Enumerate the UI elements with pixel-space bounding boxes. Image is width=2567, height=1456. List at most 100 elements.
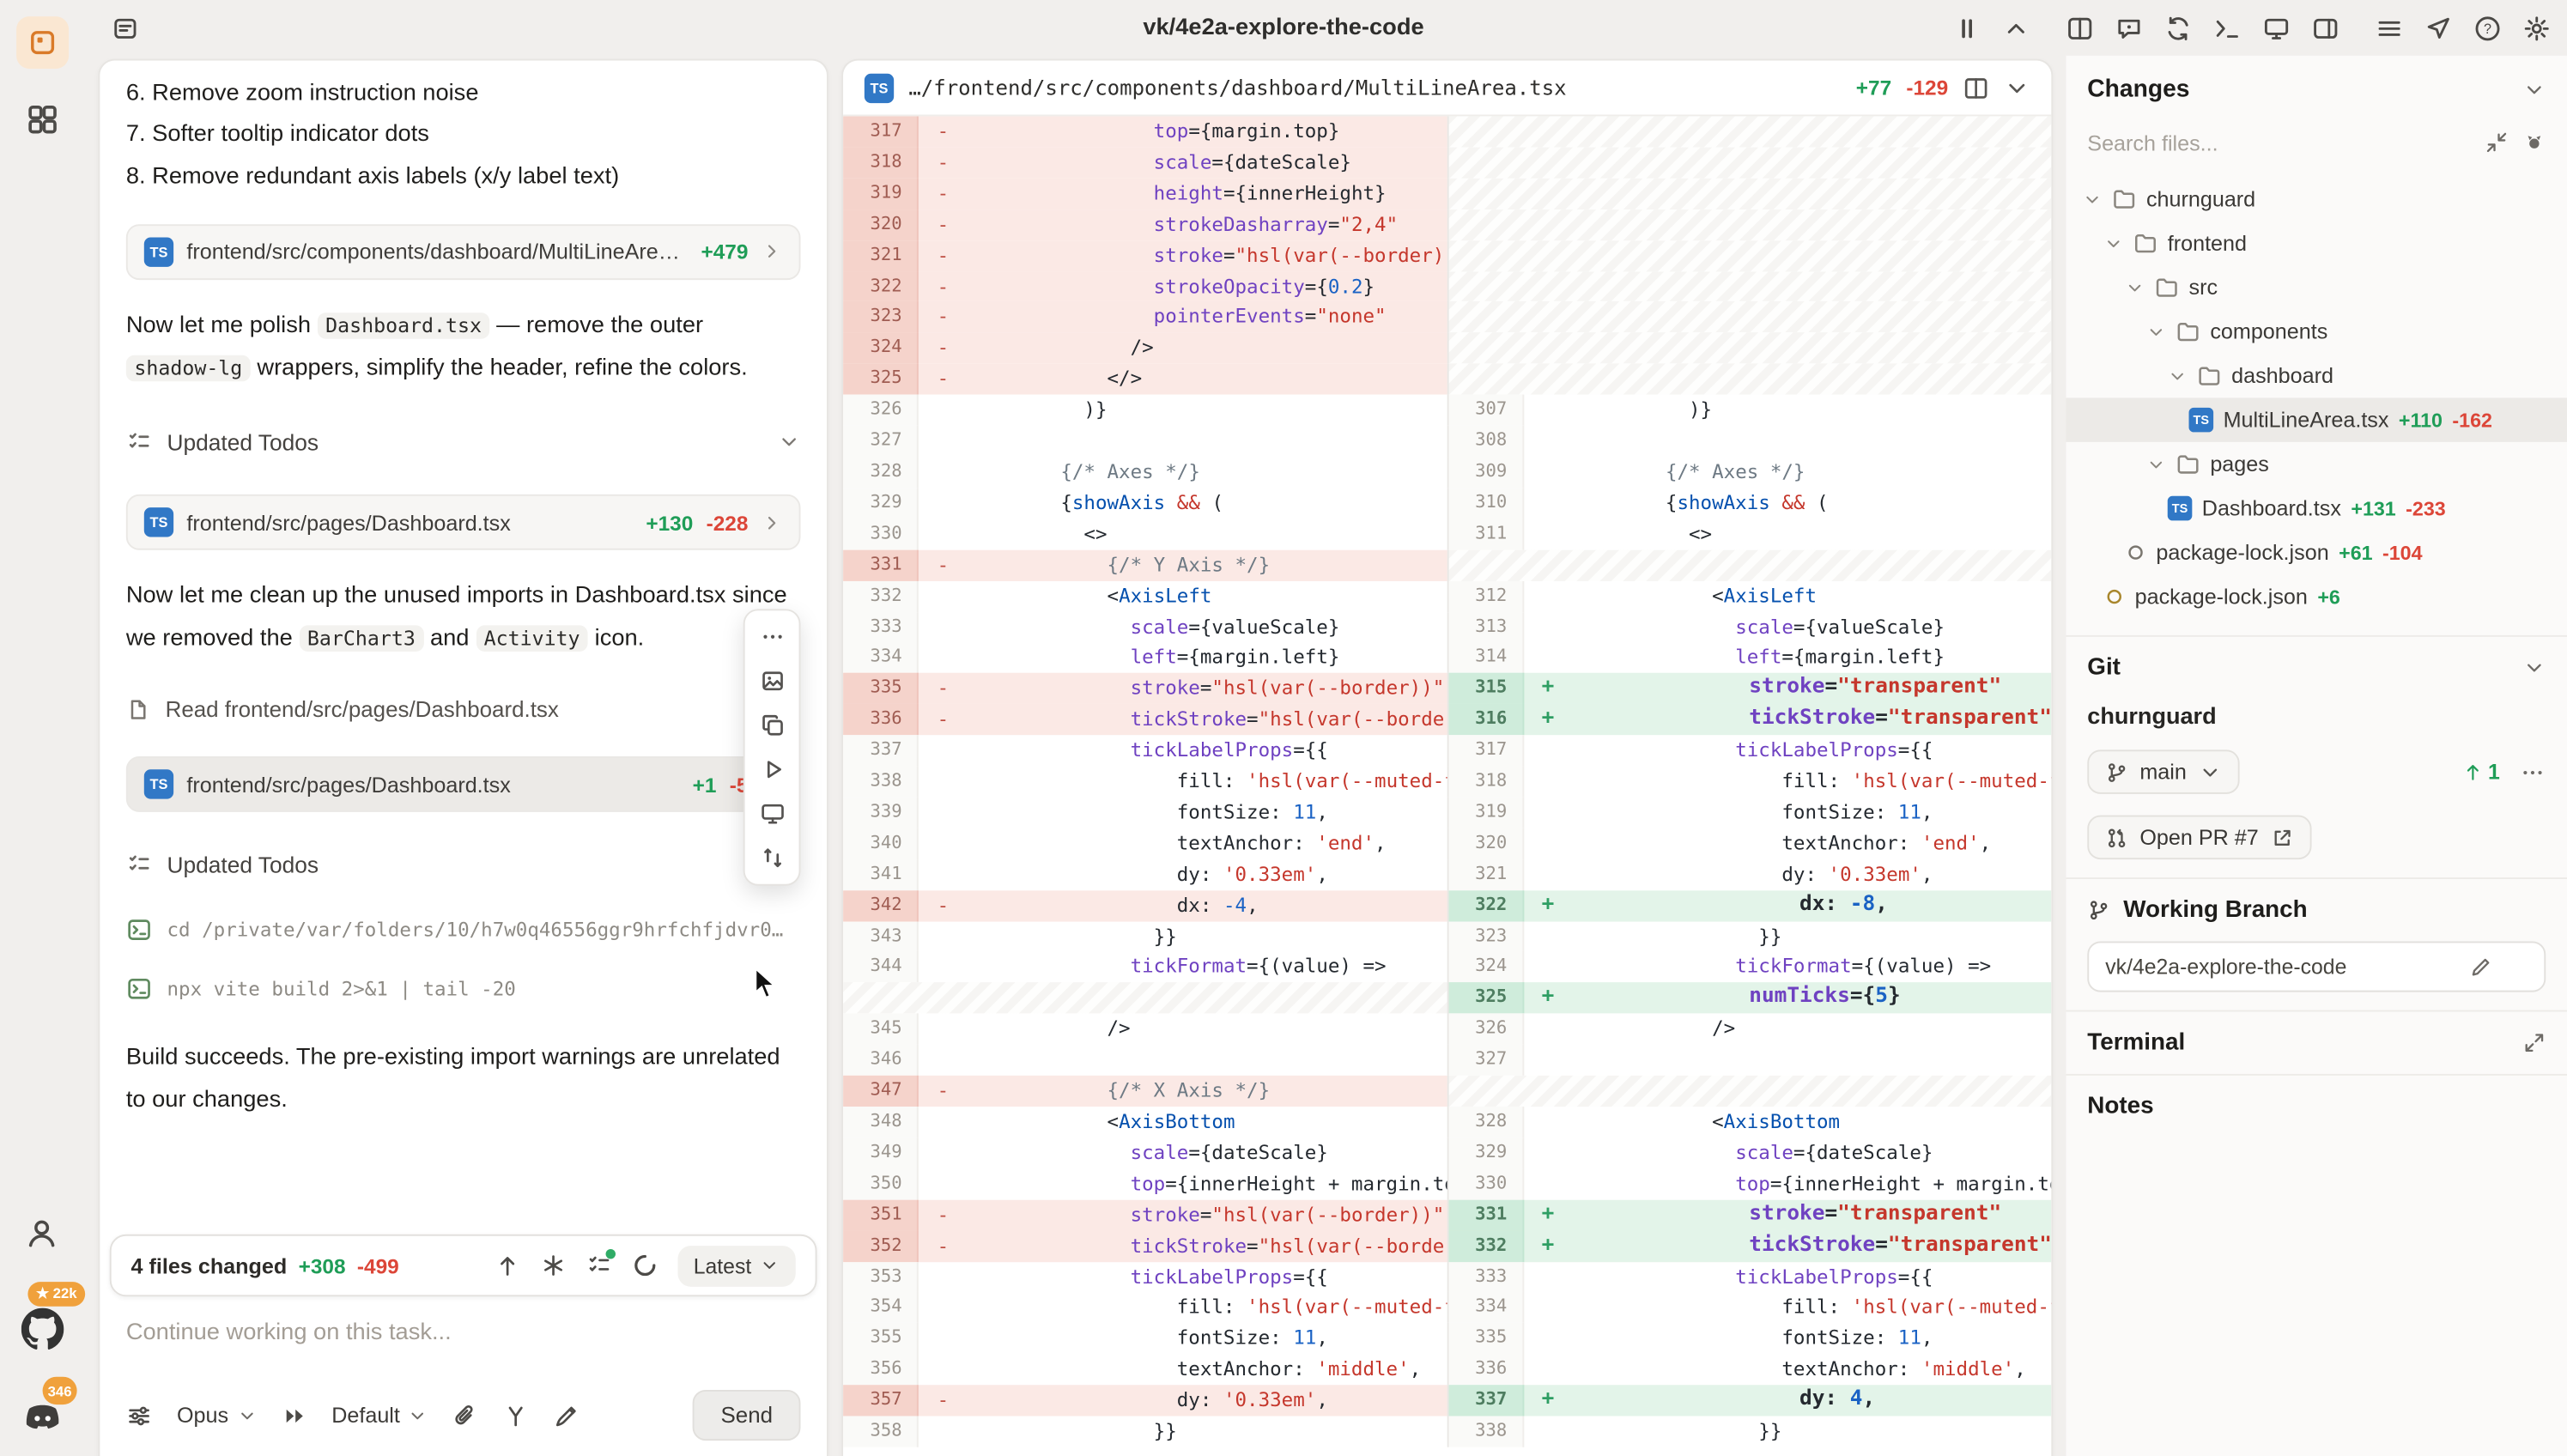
spark-icon[interactable] [539,1253,566,1279]
tree-item[interactable]: package-lock.json+6 [2066,574,2567,618]
diff-row[interactable]: 354 fill: 'hsl(var(--muted-foreground))'… [843,1292,2051,1323]
updated-todos-row[interactable]: Updated Todos [126,416,801,469]
conversation-icon[interactable] [112,14,139,41]
sliders-icon[interactable] [126,1402,153,1429]
diff-row[interactable]: 323- pointerEvents="none" [843,302,2051,333]
git-header[interactable]: Git [2087,655,2546,682]
notes-header[interactable]: Notes [2087,1094,2546,1120]
diff-row[interactable]: 352- tickStroke="hsl(var(--border))"332+… [843,1230,2051,1261]
diff-row[interactable]: 327308 [843,426,2051,457]
tree-item[interactable]: dashboard [2066,354,2567,397]
forward-icon[interactable] [2424,14,2452,41]
diff-row[interactable]: 342- dx: -4,322+ dx: -8, [843,890,2051,921]
branch-select[interactable]: main [2087,749,2239,793]
diff-row[interactable]: 358 }}338 }} [843,1417,2051,1447]
diff-row[interactable]: 325+ numTicks={5} [843,983,2051,1014]
sidebar-right-icon[interactable] [2312,14,2339,41]
diff-row[interactable]: 329 {showAxis && (310 {showAxis && ( [843,488,2051,519]
layout-columns-icon[interactable] [2066,14,2094,41]
terminal-command-row[interactable]: npx vite build 2>&1 | tail -20 [126,966,801,1011]
model-select[interactable]: Opus [177,1403,257,1428]
diff-row[interactable]: 332 <AxisLeft312 <AxisLeft [843,580,2051,611]
commits-ahead[interactable]: 1 [2462,760,2500,785]
changes-header[interactable]: Changes [2066,56,2567,118]
screenshot-icon[interactable] [759,668,786,695]
diff-row[interactable]: 322- strokeOpacity={0.2} [843,271,2051,302]
fast-forward-icon[interactable] [281,1402,307,1429]
mode-select[interactable]: Default [331,1403,428,1428]
collapse-icon[interactable] [2002,14,2030,41]
github-icon[interactable] [21,1308,64,1351]
terminal-command-row[interactable]: cd /private/var/folders/10/h7w0q46556ggr… [126,907,801,953]
diff-row[interactable]: 318- scale={dateScale} [843,147,2051,178]
pencil-icon[interactable] [2432,956,2528,979]
working-branch-field[interactable]: vk/4e2a-explore-the-code [2087,941,2546,992]
compare-icon[interactable] [759,845,786,871]
tree-item[interactable]: pages [2066,442,2567,486]
diff-row[interactable]: 337 tickLabelProps={{317 tickLabelProps=… [843,735,2051,766]
diff-row[interactable]: 338 fill: 'hsl(var(--muted-foreground))'… [843,766,2051,797]
diff-row[interactable]: 320- strokeDasharray="2,4" [843,209,2051,240]
updated-todos-row[interactable]: Updated Todos [126,838,801,890]
board-view-button[interactable] [23,101,63,141]
workspace-home-button[interactable] [16,16,69,69]
pen-icon[interactable] [554,1402,580,1429]
send-button[interactable]: Send [693,1390,800,1441]
diff-row[interactable]: 336- tickStroke="hsl(var(--border))"316+… [843,704,2051,735]
file-search-input[interactable] [2087,130,2470,155]
diff-row[interactable]: 324- /> [843,333,2051,364]
read-file-row[interactable]: Read frontend/src/pages/Dashboard.tsx [126,688,801,731]
file-diff-chip[interactable]: TS frontend/src/pages/Dashboard.tsx +1 -… [126,756,801,812]
diff-row[interactable]: 350 top={innerHeight + margin.top}330 to… [843,1168,2051,1199]
diff-row[interactable]: 356 textAnchor: 'middle',336 textAnchor:… [843,1354,2051,1385]
message-dot-icon[interactable] [2115,14,2143,41]
settings-gear-icon[interactable] [2523,14,2551,41]
diff-row[interactable]: 330 <>311 <> [843,519,2051,549]
help-icon[interactable]: ? [2473,14,2501,41]
split-view-icon[interactable] [1963,75,1989,101]
file-diff-chip[interactable]: TS frontend/src/components/dashboard/Mul… [126,224,801,280]
diff-row[interactable]: 345 />326 /> [843,1014,2051,1045]
diff-row[interactable]: 321- stroke="hsl(var(--border))" [843,240,2051,271]
version-select[interactable]: Latest [677,1245,796,1286]
diff-row[interactable]: 335- stroke="hsl(var(--border))"315+ str… [843,673,2051,704]
composer-input[interactable] [110,1307,817,1372]
diff-row[interactable]: 347- {/* X Axis */} [843,1076,2051,1107]
diff-row[interactable]: 328 {/* Axes */}309 {/* Axes */} [843,457,2051,488]
diff-row[interactable]: 353 tickLabelProps={{333 tickLabelProps=… [843,1261,2051,1292]
diff-row[interactable]: 326 )}307 )} [843,395,2051,426]
diff-row[interactable]: 348 <AxisBottom328 <AxisBottom [843,1107,2051,1138]
diff-row[interactable]: 340 textAnchor: 'end',320 textAnchor: 'e… [843,828,2051,859]
chevron-down-icon[interactable] [2004,75,2030,101]
diff-row[interactable]: 346327 [843,1045,2051,1076]
terminal-icon[interactable] [2213,14,2241,41]
terminal-header[interactable]: Terminal [2087,1029,2546,1056]
diff-row[interactable]: 343 }}323 }} [843,921,2051,952]
todos-status-icon[interactable] [586,1253,612,1279]
play-icon[interactable] [759,756,786,783]
diff-row[interactable]: 355 fontSize: 11,335 fontSize: 11, [843,1323,2051,1354]
diff-row[interactable]: 344 tickFormat={(value) =>324 tickFormat… [843,952,2051,983]
diff-row[interactable]: 331- {/* Y Axis */} [843,549,2051,580]
collapse-tree-icon[interactable] [2485,131,2509,155]
menu-icon[interactable] [2376,14,2403,41]
diff-row[interactable]: 341 dy: '0.33em',321 dy: '0.33em', [843,859,2051,890]
tree-item[interactable]: components [2066,309,2567,353]
more-icon[interactable] [2520,759,2546,786]
diff-row[interactable]: 357- dy: '0.33em',337+ dy: 4, [843,1386,2051,1417]
monitor-icon[interactable] [759,800,786,827]
diff-row[interactable]: 317- top={margin.top} [843,116,2051,147]
diff-row[interactable]: 349 scale={dateScale}329 scale={dateScal… [843,1138,2051,1168]
diff-row[interactable]: 333 scale={valueScale}313 scale={valueSc… [843,611,2051,642]
diff-row[interactable]: 325- </> [843,364,2051,395]
open-pr-button[interactable]: Open PR #7 [2087,816,2310,859]
arrow-up-icon[interactable] [494,1253,520,1279]
diff-row[interactable]: 319- height={innerHeight} [843,178,2051,209]
tree-item[interactable]: src [2066,265,2567,309]
diff-row[interactable]: 351- stroke="hsl(var(--border))"331+ str… [843,1199,2051,1230]
changes-summary-bar[interactable]: 4 files changed +308 -499 Latest [110,1235,817,1296]
chat-transcript[interactable]: 6. Remove zoom instruction noise 7. Soft… [100,61,827,1225]
sync-icon[interactable] [2164,14,2192,41]
tree-item[interactable]: TSDashboard.tsx+131-233 [2066,486,2567,530]
tree-item[interactable]: TSMultiLineArea.tsx+110-162 [2066,397,2567,441]
